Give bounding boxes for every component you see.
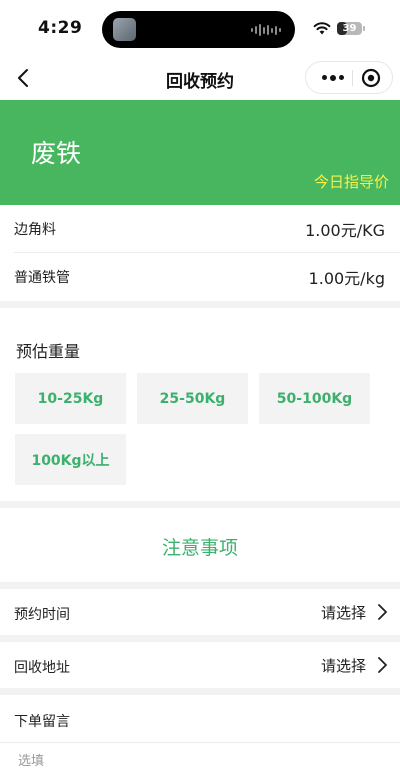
weight-section-title: 预估重量: [16, 342, 81, 361]
status-time: 4:29: [38, 18, 83, 38]
nav-bar: 回收预约: [0, 58, 400, 100]
section-divider: [0, 688, 400, 695]
guide-price-label: 今日指导价: [313, 173, 389, 191]
section-divider: [0, 301, 400, 308]
recycle-address-row[interactable]: 回收地址 请选择: [0, 642, 400, 688]
battery-percent: 39: [342, 23, 357, 34]
battery-cap: [363, 26, 365, 31]
weight-option-50-100[interactable]: 50-100Kg: [259, 373, 370, 424]
appointment-time-value: 请选择: [320, 604, 366, 622]
price-item-value: 1.00元/kg: [308, 269, 385, 288]
audio-wave-icon: [251, 24, 281, 36]
appointment-time-label: 预约时间: [14, 607, 70, 623]
wifi-icon: [313, 22, 331, 35]
dynamic-island: [102, 11, 295, 48]
chevron-right-icon: [378, 604, 387, 620]
price-item-value: 1.00元/KG: [305, 221, 385, 240]
price-item-name: 普通铁管: [14, 270, 70, 286]
order-message-label: 下单留言: [14, 714, 70, 730]
capsule-divider: [352, 70, 353, 86]
section-divider: [0, 582, 400, 589]
more-icon[interactable]: [316, 62, 350, 93]
section-divider: [0, 635, 400, 642]
section-divider: [0, 501, 400, 508]
order-message-input[interactable]: [18, 750, 378, 772]
weight-option-10-25[interactable]: 10-25Kg: [15, 373, 126, 424]
recycle-address-value: 请选择: [320, 657, 366, 675]
category-banner: 废铁 今日指导价: [0, 100, 400, 205]
weight-option-25-50[interactable]: 25-50Kg: [137, 373, 248, 424]
mini-program-capsule: [305, 61, 393, 94]
weight-option-100-plus[interactable]: 100Kg以上: [15, 434, 126, 485]
close-icon[interactable]: [361, 68, 381, 88]
chevron-right-icon: [378, 657, 387, 673]
price-item-name: 边角料: [14, 222, 56, 238]
price-row: 普通铁管 1.00元/kg: [0, 253, 400, 301]
appointment-time-row[interactable]: 预约时间 请选择: [0, 589, 400, 635]
recycle-address-label: 回收地址: [14, 660, 70, 676]
row-divider: [0, 742, 400, 743]
now-playing-avatar: [113, 18, 136, 41]
status-bar: 4:29 39: [0, 0, 400, 58]
category-title: 废铁: [31, 139, 82, 168]
price-row: 边角料 1.00元/KG: [0, 205, 400, 253]
battery-icon: 39: [337, 22, 362, 35]
notice-link[interactable]: 注意事项: [0, 533, 400, 560]
